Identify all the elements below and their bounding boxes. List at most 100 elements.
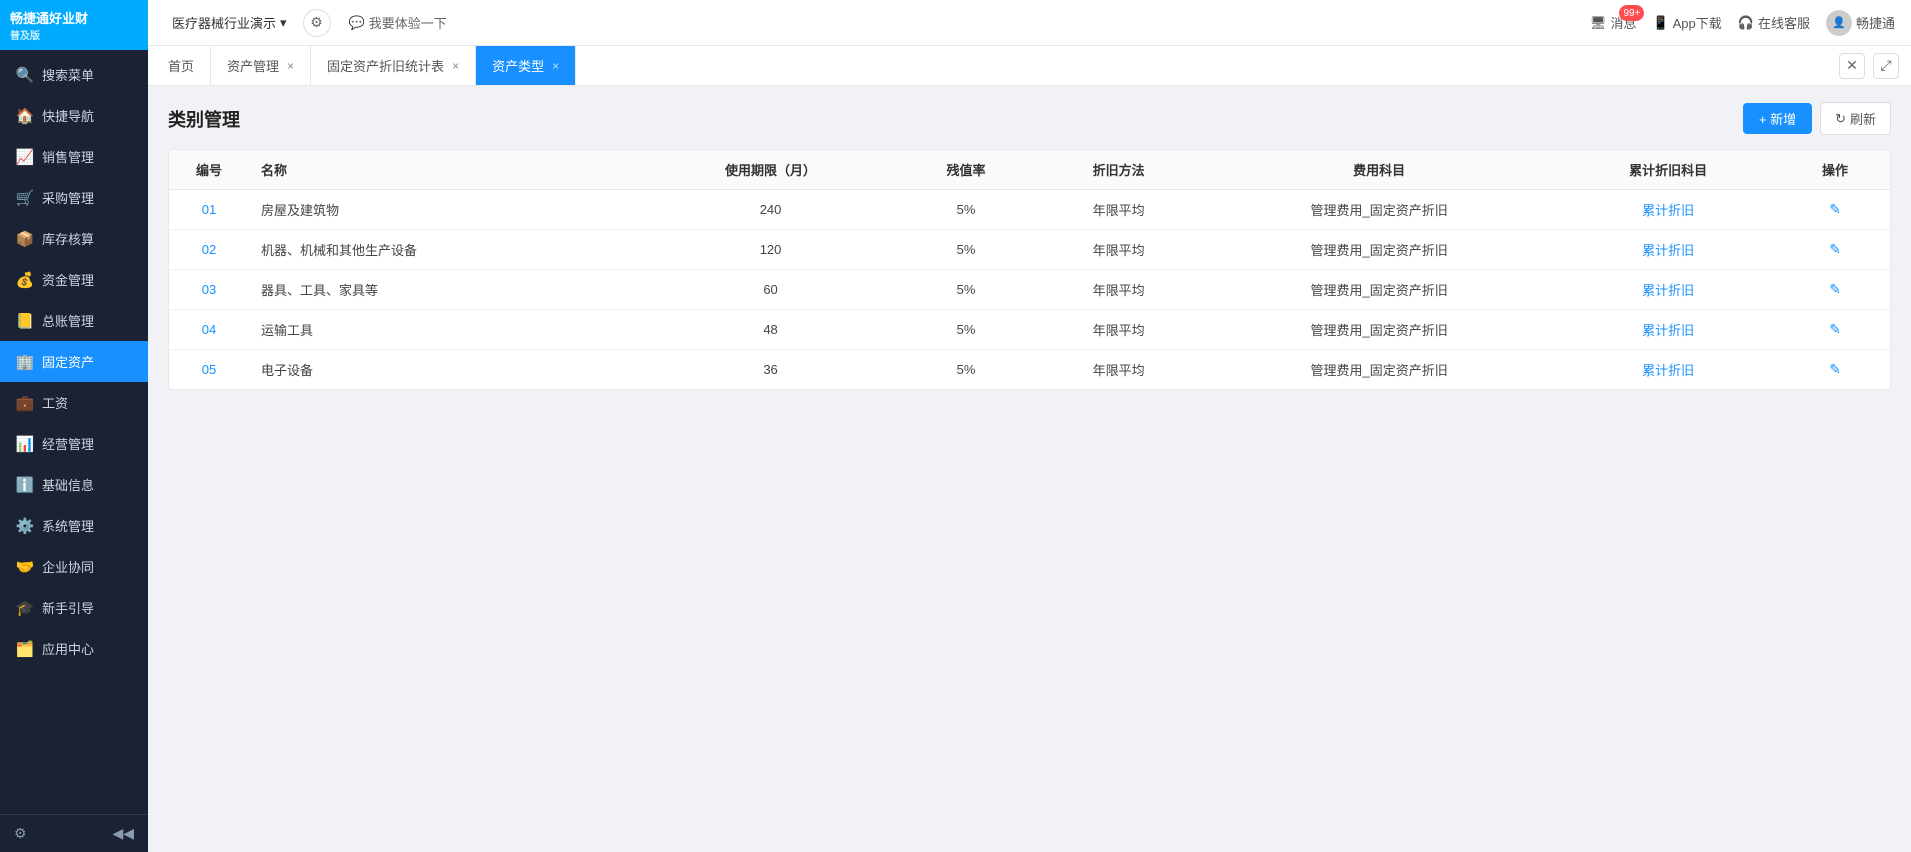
tab-fixed-asset-table[interactable]: 固定资产折旧统计表×: [311, 46, 476, 85]
topbar-right: 🖥 消息 99+ 📱 App下载 🎧 在线客服 👤 畅捷通: [1590, 10, 1895, 36]
sidebar-item-inventory[interactable]: 📦 库存核算: [0, 218, 148, 259]
col-header: 编号: [169, 150, 249, 190]
row-name: 电子设备: [249, 350, 644, 390]
sidebar-item-quick-nav[interactable]: 🏠 快捷导航: [0, 95, 148, 136]
row-method: 年限平均: [1035, 230, 1202, 270]
edit-icon[interactable]: ✎: [1829, 361, 1841, 377]
ledger-icon: 📒: [16, 312, 34, 330]
row-expense: 管理费用_固定资产折旧: [1202, 230, 1556, 270]
col-header: 使用期限（月）: [644, 150, 897, 190]
col-header: 操作: [1780, 150, 1890, 190]
sidebar-item-ledger[interactable]: 📒 总账管理: [0, 300, 148, 341]
user-profile-button[interactable]: 👤 畅捷通: [1826, 10, 1895, 36]
close-tab-button[interactable]: ✕: [1839, 53, 1865, 79]
topbar-settings-button[interactable]: ⚙: [303, 9, 331, 37]
settings-icon[interactable]: ⚙: [14, 825, 27, 842]
tab-home[interactable]: 首页: [148, 46, 211, 85]
avatar: 👤: [1826, 10, 1852, 36]
page-title: 类别管理: [168, 106, 240, 132]
row-actions: ✎: [1780, 190, 1890, 230]
tab-close-asset-type[interactable]: ×: [552, 59, 559, 73]
sidebar-item-label: 经营管理: [42, 434, 94, 453]
finance-icon: 💰: [16, 271, 34, 289]
sidebar-item-finance[interactable]: 💰 资金管理: [0, 259, 148, 300]
sidebar-item-operation[interactable]: 📊 经营管理: [0, 423, 148, 464]
app-download-label: App下载: [1673, 13, 1722, 32]
chat-icon: 💬: [349, 15, 365, 31]
phone-icon: 📱: [1652, 15, 1668, 31]
edit-icon[interactable]: ✎: [1829, 241, 1841, 257]
app-center-icon: 🗂️: [16, 640, 34, 658]
collapse-icon[interactable]: ◀◀: [112, 825, 134, 842]
sidebar-item-guide[interactable]: 🎓 新手引导: [0, 587, 148, 628]
basic-info-icon: ℹ️: [16, 476, 34, 494]
row-method: 年限平均: [1035, 270, 1202, 310]
row-actions: ✎: [1780, 230, 1890, 270]
sidebar-item-cooperation[interactable]: 🤝 企业协同: [0, 546, 148, 587]
new-button[interactable]: + 新增: [1743, 103, 1812, 134]
sidebar-item-label: 基础信息: [42, 475, 94, 494]
data-table: 编号名称使用期限（月）残值率折旧方法费用科目累计折旧科目操作 01 房屋及建筑物…: [168, 149, 1891, 390]
table-header: 编号名称使用期限（月）残值率折旧方法费用科目累计折旧科目操作: [169, 150, 1890, 190]
table-row: 04 运输工具 48 5% 年限平均 管理费用_固定资产折旧 累计折旧 ✎: [169, 310, 1890, 350]
maximize-button[interactable]: ⤢: [1873, 53, 1899, 79]
payroll-icon: 💼: [16, 394, 34, 412]
sidebar-item-label: 新手引导: [42, 598, 94, 617]
page-header: 类别管理 + 新增 ↻ 刷新: [168, 102, 1891, 135]
gear-icon: ⚙: [310, 14, 323, 31]
sidebar-item-system[interactable]: ⚙️ 系统管理: [0, 505, 148, 546]
headset-icon: 🎧: [1738, 15, 1754, 31]
avatar-icon: 👤: [1832, 16, 1846, 29]
sidebar-item-basic-info[interactable]: ℹ️ 基础信息: [0, 464, 148, 505]
table-row: 05 电子设备 36 5% 年限平均 管理费用_固定资产折旧 累计折旧 ✎: [169, 350, 1890, 390]
online-service-button[interactable]: 🎧 在线客服: [1738, 13, 1810, 32]
page-actions: + 新增 ↻ 刷新: [1743, 102, 1891, 135]
sidebar-item-sales[interactable]: 📈 销售管理: [0, 136, 148, 177]
row-name: 运输工具: [249, 310, 644, 350]
purchase-icon: 🛒: [16, 189, 34, 207]
cooperation-icon: 🤝: [16, 558, 34, 576]
row-accumulated: 累计折旧: [1556, 270, 1780, 310]
messages-button[interactable]: 🖥 消息 99+: [1590, 13, 1637, 32]
experience-label: 我要体验一下: [369, 13, 447, 32]
app-download-button[interactable]: 📱 App下载: [1652, 13, 1721, 32]
edit-icon[interactable]: ✎: [1829, 281, 1841, 297]
sidebar-item-purchase[interactable]: 🛒 采购管理: [0, 177, 148, 218]
row-residual: 5%: [897, 310, 1035, 350]
online-service-label: 在线客服: [1758, 13, 1810, 32]
edit-icon[interactable]: ✎: [1829, 321, 1841, 337]
row-period: 120: [644, 230, 897, 270]
tab-close-fixed-asset-table[interactable]: ×: [452, 59, 459, 73]
row-id: 05: [169, 350, 249, 390]
tab-close-asset-management[interactable]: ×: [287, 59, 294, 73]
messages-badge: 99+: [1619, 5, 1644, 21]
sidebar-bottom: ⚙ ◀◀: [0, 814, 148, 852]
company-selector[interactable]: 医疗器械行业演示 ▾: [164, 9, 295, 36]
sidebar-item-payroll[interactable]: 💼 工资: [0, 382, 148, 423]
row-name: 机器、机械和其他生产设备: [249, 230, 644, 270]
tab-asset-type[interactable]: 资产类型×: [476, 46, 576, 85]
sidebar-item-fixed-asset[interactable]: 🏢 固定资产: [0, 341, 148, 382]
col-header: 名称: [249, 150, 644, 190]
table-row: 01 房屋及建筑物 240 5% 年限平均 管理费用_固定资产折旧 累计折旧 ✎: [169, 190, 1890, 230]
app-logo: 畅捷通好业财 普及版: [0, 0, 148, 50]
row-accumulated: 累计折旧: [1556, 310, 1780, 350]
row-method: 年限平均: [1035, 190, 1202, 230]
experience-button[interactable]: 💬 我要体验一下: [339, 9, 457, 36]
sidebar-item-app-center[interactable]: 🗂️ 应用中心: [0, 628, 148, 669]
sidebar-item-label: 快捷导航: [42, 106, 94, 125]
edit-icon[interactable]: ✎: [1829, 201, 1841, 217]
app-name: 畅捷通好业财: [10, 8, 88, 27]
fixed-asset-icon: 🏢: [16, 353, 34, 371]
row-id: 02: [169, 230, 249, 270]
tabs-bar: 首页资产管理×固定资产折旧统计表×资产类型× ✕ ⤢: [148, 46, 1911, 86]
row-id: 01: [169, 190, 249, 230]
row-residual: 5%: [897, 230, 1035, 270]
row-expense: 管理费用_固定资产折旧: [1202, 270, 1556, 310]
sidebar-item-search[interactable]: 🔍 搜索菜单: [0, 54, 148, 95]
tab-asset-management[interactable]: 资产管理×: [211, 46, 311, 85]
sidebar-item-label: 采购管理: [42, 188, 94, 207]
refresh-button[interactable]: ↻ 刷新: [1820, 102, 1891, 135]
tabs-actions: ✕ ⤢: [1839, 53, 1911, 79]
row-residual: 5%: [897, 190, 1035, 230]
